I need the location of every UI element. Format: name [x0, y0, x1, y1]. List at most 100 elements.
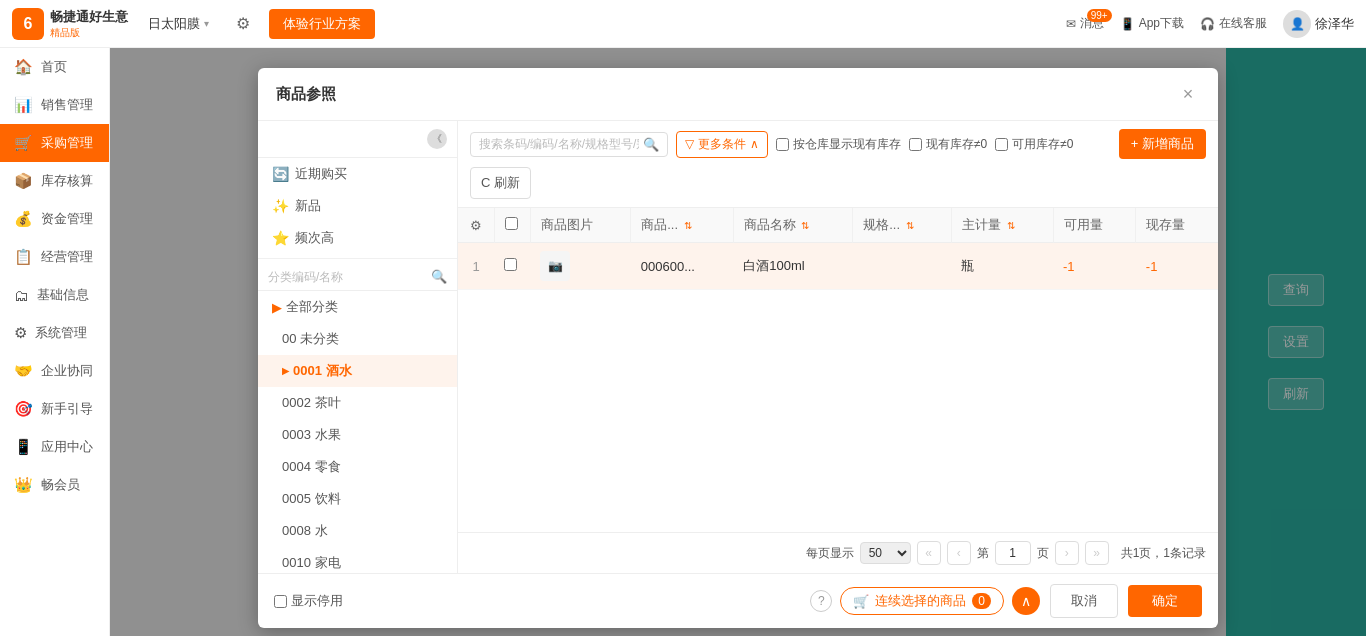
cancel-btn[interactable]: 取消 [1050, 584, 1118, 618]
sidebar-item-newbie[interactable]: 🎯 新手引导 [0, 390, 109, 428]
row-checkbox-cell [494, 243, 530, 290]
stock-ne0-checkbox[interactable]: 现有库存≠0 [909, 136, 987, 153]
user-menu[interactable]: 👤 徐泽华 [1283, 10, 1354, 38]
page-total: 共1页，1条记录 [1121, 545, 1206, 562]
finance-icon: 💰 [14, 210, 33, 228]
modal-close-btn[interactable]: × [1176, 82, 1200, 106]
th-unit: 主计量 ⇅ [951, 208, 1053, 243]
sidebar-item-inventory[interactable]: 📦 库存核算 [0, 162, 109, 200]
category-tea[interactable]: 0002 茶叶 [258, 387, 457, 419]
sidebar-item-enterprise[interactable]: 🤝 企业协同 [0, 352, 109, 390]
product-table: ⚙ 商品图片 商品... ⇅ [458, 208, 1218, 290]
confirm-btn[interactable]: 确定 [1128, 585, 1202, 617]
table-row[interactable]: 1 📷 000600... 白酒100ml [458, 243, 1218, 290]
stock-ne0-input[interactable] [909, 138, 922, 151]
purchase-icon: 🛒 [14, 134, 33, 152]
row-checkbox[interactable] [504, 258, 517, 271]
quick-nav-frequent[interactable]: ⭐ 频次高 [258, 222, 457, 254]
category-all[interactable]: ▶ 全部分类 [258, 291, 457, 323]
warehouse-checkbox-input[interactable] [776, 138, 789, 151]
logo-title: 畅捷通好生意 [50, 8, 128, 26]
page-input[interactable] [995, 541, 1031, 565]
select-all-checkbox[interactable] [505, 217, 518, 230]
sidebar-label-member: 畅会员 [41, 476, 80, 494]
sidebar-item-home[interactable]: 🏠 首页 [0, 48, 109, 86]
per-page-label: 每页显示 [806, 545, 854, 562]
more-filter-btn[interactable]: ▽ 更多条件 ∧ [676, 131, 768, 158]
sidebar-item-basic-info[interactable]: 🗂 基础信息 [0, 276, 109, 314]
settings-icon[interactable]: ⚙ [229, 10, 257, 38]
th-available: 可用量 [1053, 208, 1136, 243]
row-num: 1 [458, 243, 494, 290]
apps-icon: 📱 [14, 438, 33, 456]
available-ne0-input[interactable] [995, 138, 1008, 151]
last-page-btn[interactable]: » [1085, 541, 1109, 565]
category-snack[interactable]: 0004 零食 [258, 451, 457, 483]
category-fruit-label: 0003 水果 [282, 426, 341, 444]
warehouse-display-checkbox[interactable]: 按仓库显示现有库存 [776, 136, 901, 153]
modal-sidebar: 《 🔄 近期购买 ✨ 新品 ⭐ 频次高 [258, 121, 458, 573]
sidebar-item-operations[interactable]: 📋 经营管理 [0, 238, 109, 276]
row-code: 000600... [631, 243, 733, 290]
product-image: 📷 [540, 251, 570, 281]
category-appliance-label: 0010 家电 [282, 554, 341, 572]
category-liquor[interactable]: ▶ 0001 酒水 [258, 355, 457, 387]
category-search-icon[interactable]: 🔍 [431, 269, 447, 284]
message-badge: 99+ [1087, 9, 1112, 22]
page-size-select[interactable]: 50 10 20 100 [860, 542, 911, 564]
next-page-btn[interactable]: › [1055, 541, 1079, 565]
sidebar-item-sales[interactable]: 📊 销售管理 [0, 86, 109, 124]
trial-btn[interactable]: 体验行业方案 [269, 9, 375, 39]
active-tri-icon: ▶ [282, 366, 289, 376]
quick-nav-frequent-label: 频次高 [295, 229, 334, 247]
sort-spec-icon[interactable]: ⇅ [906, 220, 914, 231]
row-available: -1 [1053, 243, 1136, 290]
sort-code-icon[interactable]: ⇅ [684, 220, 692, 231]
quick-nav-new[interactable]: ✨ 新品 [258, 190, 457, 222]
display-disabled-checkbox[interactable]: 显示停用 [274, 592, 343, 610]
sort-name-icon[interactable]: ⇅ [801, 220, 809, 231]
sidebar-item-finance[interactable]: 💰 资金管理 [0, 200, 109, 238]
app-download-btn[interactable]: 📱 App下载 [1120, 15, 1184, 32]
product-search-input[interactable] [479, 137, 639, 151]
th-image: 商品图片 [530, 208, 631, 243]
content-area: 查询 设置 刷新 商品参照 × 《 [110, 48, 1366, 636]
stock-ne0-label: 现有库存≠0 [926, 136, 987, 153]
sidebar-item-apps[interactable]: 📱 应用中心 [0, 428, 109, 466]
available-ne0-checkbox[interactable]: 可用库存≠0 [995, 136, 1073, 153]
online-service-btn[interactable]: 🎧 在线客服 [1200, 15, 1267, 32]
th-settings[interactable]: ⚙ [458, 208, 494, 243]
category-search-input[interactable] [268, 270, 425, 284]
first-page-btn[interactable]: « [917, 541, 941, 565]
pagination: 每页显示 50 10 20 100 « ‹ 第 页 [458, 532, 1218, 573]
sort-unit-icon[interactable]: ⇅ [1007, 220, 1015, 231]
store-selector[interactable]: 日太阳膜 ▾ [140, 11, 217, 37]
collapse-btn[interactable]: 《 [427, 129, 447, 149]
sidebar-item-system[interactable]: ⚙ 系统管理 [0, 314, 109, 352]
display-disabled-label: 显示停用 [291, 592, 343, 610]
warehouse-label: 按仓库显示现有库存 [793, 136, 901, 153]
th-checkbox [494, 208, 530, 243]
filter-label: 更多条件 [698, 136, 746, 153]
collapse-footer-btn[interactable]: ∧ [1012, 587, 1040, 615]
category-fruit[interactable]: 0003 水果 [258, 419, 457, 451]
all-tri-icon: ▶ [272, 300, 282, 315]
disabled-checkbox-input[interactable] [274, 595, 287, 608]
quick-nav-recent[interactable]: 🔄 近期购买 [258, 158, 457, 190]
top-nav: 6 畅捷通好生意 精品版 日太阳膜 ▾ ⚙ 体验行业方案 ✉ 消息 99+ 📱 … [0, 0, 1366, 48]
help-icon[interactable]: ? [810, 590, 832, 612]
messages-btn[interactable]: ✉ 消息 99+ [1066, 15, 1104, 32]
sidebar-item-member[interactable]: 👑 畅会员 [0, 466, 109, 504]
category-unclassified[interactable]: 00 未分类 [258, 323, 457, 355]
add-product-btn[interactable]: + 新增商品 [1119, 129, 1206, 159]
sidebar-item-purchase[interactable]: 🛒 采购管理 [0, 124, 109, 162]
category-water[interactable]: 0008 水 [258, 515, 457, 547]
prev-page-btn[interactable]: ‹ [947, 541, 971, 565]
category-beverage[interactable]: 0005 饮料 [258, 483, 457, 515]
refresh-table-btn[interactable]: C 刷新 [470, 167, 531, 199]
store-name: 日太阳膜 [148, 15, 200, 33]
category-appliance[interactable]: 0010 家电 [258, 547, 457, 573]
cart-btn[interactable]: 🛒 连续选择的商品 0 [840, 587, 1004, 615]
frequent-icon: ⭐ [272, 230, 289, 246]
search-icon[interactable]: 🔍 [643, 137, 659, 152]
